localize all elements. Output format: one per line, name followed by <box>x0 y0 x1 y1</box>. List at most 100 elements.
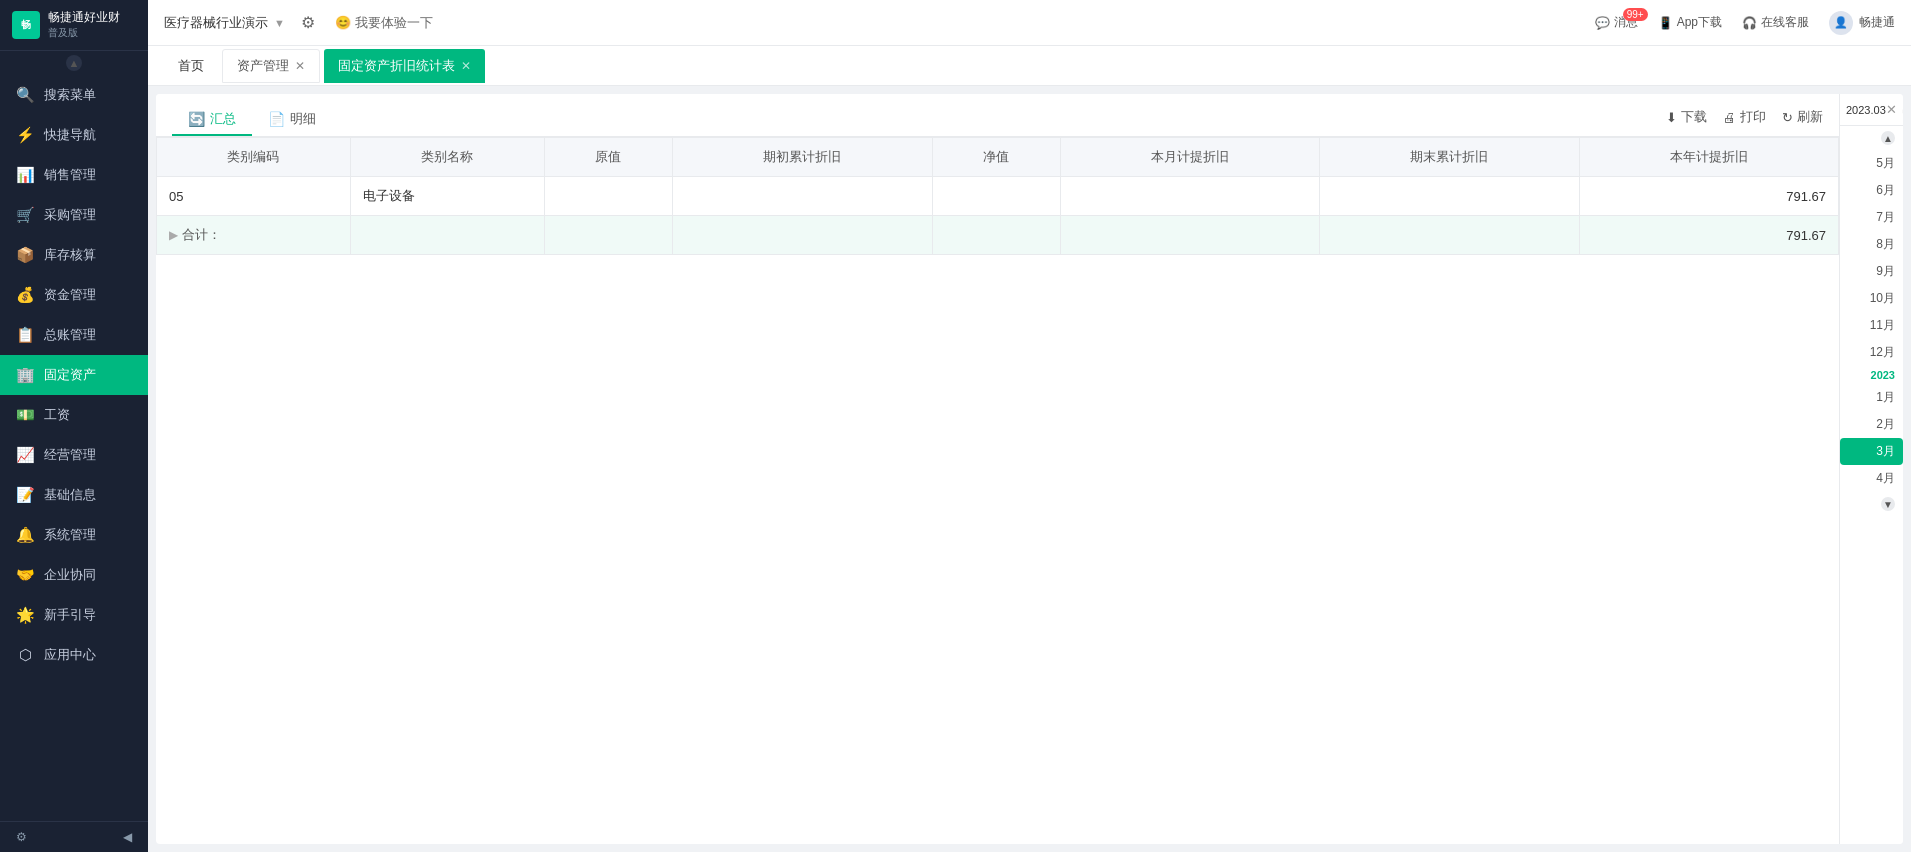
company-selector[interactable]: 医疗器械行业演示 ▼ <box>164 14 285 32</box>
settings-icon[interactable]: ⚙ <box>16 830 27 844</box>
sidebar-label-payroll: 工资 <box>44 406 70 424</box>
date-month-6[interactable]: 6月 <box>1840 177 1903 204</box>
toolbar-actions: ⬇ 下载 🖨 打印 ↻ 刷新 <box>1666 108 1823 132</box>
tab-assets-mgmt-close-icon[interactable]: ✕ <box>295 59 305 73</box>
sidebar-icon-quicknav: ⚡ <box>16 126 34 144</box>
date-sidebar-title: 2023.03 <box>1846 104 1886 116</box>
col-name: 类别名称 <box>350 138 544 177</box>
sidebar-item-search[interactable]: 🔍 搜索菜单 <box>0 75 148 115</box>
date-2023-month-3[interactable]: 3月 <box>1840 438 1903 465</box>
app-edition: 普及版 <box>48 26 120 40</box>
total-expand-icon: ▶ <box>169 228 178 242</box>
sidebar-item-ledger[interactable]: 📋 总账管理 <box>0 315 148 355</box>
tab-depreciation-label: 固定资产折旧统计表 <box>338 57 455 75</box>
date-2023-month-3-label: 3月 <box>1876 443 1895 460</box>
sidebar-label-basics: 基础信息 <box>44 486 96 504</box>
sidebar-item-basics[interactable]: 📝 基础信息 <box>0 475 148 515</box>
date-month-6-label: 6月 <box>1876 182 1895 199</box>
print-button[interactable]: 🖨 打印 <box>1723 108 1766 126</box>
date-nav-up[interactable]: ▲ <box>1840 126 1903 150</box>
experience-button[interactable]: 😊 我要体验一下 <box>335 14 433 32</box>
subtab-summary[interactable]: 🔄 汇总 <box>172 104 252 136</box>
date-sidebar-close-icon[interactable]: ✕ <box>1886 102 1897 117</box>
sidebar-label-inventory: 库存核算 <box>44 246 96 264</box>
col-init-accum: 期初累计折旧 <box>673 138 932 177</box>
date-month-9[interactable]: 9月 <box>1840 258 1903 285</box>
date-month-10[interactable]: 10月 <box>1840 285 1903 312</box>
date-month-7[interactable]: 7月 <box>1840 204 1903 231</box>
cell-month-depr <box>1060 177 1319 216</box>
date-sidebar-expand-icon[interactable]: ⤢ <box>1901 102 1903 117</box>
cell-name: 电子设备 <box>350 177 544 216</box>
sidebar-label-assets: 固定资产 <box>44 366 96 384</box>
tab-assets-mgmt-label: 资产管理 <box>237 57 289 75</box>
date-2023-month-4[interactable]: 4月 <box>1840 465 1903 492</box>
total-name-cell <box>350 216 544 255</box>
tab-depreciation[interactable]: 固定资产折旧统计表 ✕ <box>324 49 485 83</box>
date-month-9-label: 9月 <box>1876 263 1895 280</box>
col-net: 净值 <box>932 138 1060 177</box>
total-year-depr-cell: 791.67 <box>1579 216 1838 255</box>
total-label-text: 合计： <box>182 226 221 244</box>
app-download-button[interactable]: 📱 App下载 <box>1658 14 1722 31</box>
cell-year-depr: 791.67 <box>1579 177 1838 216</box>
sidebar-icon-basics: 📝 <box>16 486 34 504</box>
date-month-11[interactable]: 11月 <box>1840 312 1903 339</box>
scroll-up-indicator[interactable]: ▲ <box>0 51 148 75</box>
date-month-12[interactable]: 12月 <box>1840 339 1903 366</box>
date-2023-month-1[interactable]: 1月 <box>1840 384 1903 411</box>
sidebar-item-purchase[interactable]: 🛒 采购管理 <box>0 195 148 235</box>
sidebar-item-guide[interactable]: 🌟 新手引导 <box>0 595 148 635</box>
sidebar: 畅 畅捷通好业财 普及版 ▲ 🔍 搜索菜单 ⚡ 快捷导航 📊 销售管理 🛒 采购… <box>0 0 148 852</box>
download-button[interactable]: ⬇ 下载 <box>1666 108 1707 126</box>
date-nav-down[interactable]: ▼ <box>1840 492 1903 516</box>
sidebar-item-quicknav[interactable]: ⚡ 快捷导航 <box>0 115 148 155</box>
app-logo: 畅 <box>12 11 40 39</box>
sidebar-label-collab: 企业协同 <box>44 566 96 584</box>
refresh-button[interactable]: ↻ 刷新 <box>1782 108 1823 126</box>
tab-home[interactable]: 首页 <box>164 49 218 83</box>
experience-icon: 😊 <box>335 15 351 30</box>
sidebar-item-system[interactable]: 🔔 系统管理 <box>0 515 148 555</box>
topbar: 医疗器械行业演示 ▼ ⚙ 😊 我要体验一下 💬 消息 99+ 📱 App下载 🎧… <box>148 0 1911 46</box>
subtab-detail[interactable]: 📄 明细 <box>252 104 332 136</box>
date-month-5[interactable]: 5月 <box>1840 150 1903 177</box>
tab-assets-mgmt[interactable]: 资产管理 ✕ <box>222 49 320 83</box>
app-name-block: 畅捷通好业财 普及版 <box>48 10 120 40</box>
user-menu[interactable]: 👤 畅捷通 <box>1829 11 1895 35</box>
date-month-7-label: 7月 <box>1876 209 1895 226</box>
sidebar-item-payroll[interactable]: 💵 工资 <box>0 395 148 435</box>
print-icon: 🖨 <box>1723 110 1736 125</box>
table-container: 类别编码 类别名称 原值 期初累计折旧 净值 本月计提折旧 期末累计折旧 本年计… <box>156 137 1839 844</box>
tab-home-label: 首页 <box>178 57 204 75</box>
sidebar-label-purchase: 采购管理 <box>44 206 96 224</box>
date-2023-month-2[interactable]: 2月 <box>1840 411 1903 438</box>
sidebar-icon-assets: 🏢 <box>16 366 34 384</box>
sidebar-item-assets[interactable]: 🏢 固定资产 <box>0 355 148 395</box>
sidebar-item-sales[interactable]: 📊 销售管理 <box>0 155 148 195</box>
download-icon: ⬇ <box>1666 110 1677 125</box>
cell-net <box>932 177 1060 216</box>
app-label: App下载 <box>1677 14 1722 31</box>
date-month-10-label: 10月 <box>1870 290 1895 307</box>
sidebar-item-apps[interactable]: ⬡ 应用中心 <box>0 635 148 675</box>
sidebar-item-ops[interactable]: 📈 经营管理 <box>0 435 148 475</box>
topbar-settings-icon[interactable]: ⚙ <box>301 13 315 32</box>
collapse-icon[interactable]: ◀ <box>123 830 132 844</box>
sidebar-icon-collab: 🤝 <box>16 566 34 584</box>
year-2023-label: 2023 <box>1840 366 1903 384</box>
tab-depreciation-close-icon[interactable]: ✕ <box>461 59 471 73</box>
messages-button[interactable]: 💬 消息 99+ <box>1595 14 1638 31</box>
date-month-8[interactable]: 8月 <box>1840 231 1903 258</box>
refresh-label: 刷新 <box>1797 108 1823 126</box>
sidebar-item-finance[interactable]: 💰 资金管理 <box>0 275 148 315</box>
sidebar-item-inventory[interactable]: 📦 库存核算 <box>0 235 148 275</box>
col-year-depr: 本年计提折旧 <box>1579 138 1838 177</box>
date-month-11-label: 11月 <box>1870 317 1895 334</box>
subtab-detail-icon: 📄 <box>268 111 285 127</box>
support-button[interactable]: 🎧 在线客服 <box>1742 14 1809 31</box>
col-month-depr: 本月计提折旧 <box>1060 138 1319 177</box>
sidebar-item-collab[interactable]: 🤝 企业协同 <box>0 555 148 595</box>
sidebar-footer: ⚙ ◀ <box>0 821 148 852</box>
download-label: 下载 <box>1681 108 1707 126</box>
